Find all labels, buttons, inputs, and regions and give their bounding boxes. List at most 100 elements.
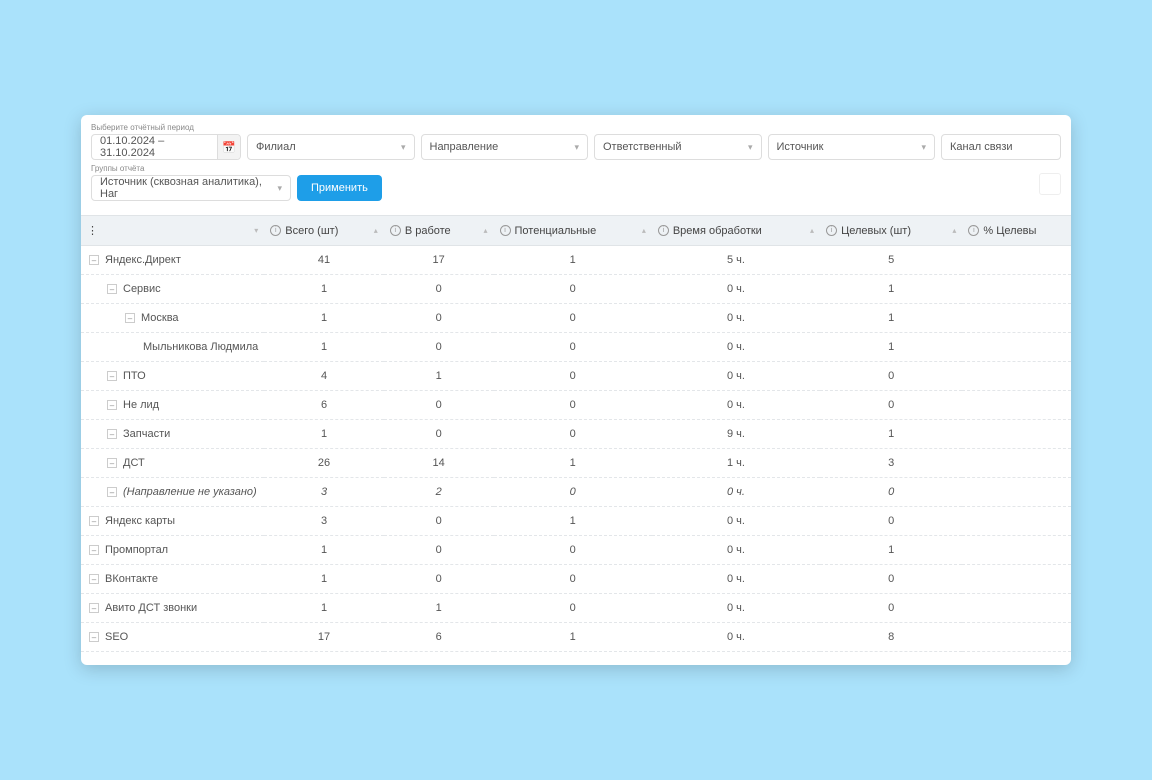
table-row[interactable]: –Промпортал1000 ч.1: [81, 536, 1071, 565]
filter-direction[interactable]: Направление ▾: [421, 134, 589, 160]
cell-value: 0: [494, 362, 652, 391]
cell-value: 0: [494, 304, 652, 333]
cell-value: 0: [384, 304, 494, 333]
cell-value: 1: [494, 623, 652, 652]
expander-icon[interactable]: –: [89, 632, 99, 642]
expander-icon[interactable]: –: [89, 603, 99, 613]
chevron-down-icon: ▾: [277, 183, 282, 194]
col-inwork[interactable]: iВ работе▴: [384, 216, 494, 246]
cell-value: 0 ч.: [652, 507, 820, 536]
table-row[interactable]: –Сервис1000 ч.1: [81, 275, 1071, 304]
table-row[interactable]: –Яндекс карты3010 ч.0: [81, 507, 1071, 536]
cell-value: 0: [820, 594, 962, 623]
cell-value: 0: [820, 565, 962, 594]
date-range-input[interactable]: 01.10.2024 – 31.10.2024 📅: [91, 134, 241, 160]
expander-icon[interactable]: –: [107, 429, 117, 439]
cell-value: 0 ч.: [652, 594, 820, 623]
table-row[interactable]: –Не лид6000 ч.0: [81, 391, 1071, 420]
cell-value: 0: [820, 507, 962, 536]
settings-icon[interactable]: [1039, 173, 1061, 195]
info-icon: i: [390, 225, 401, 236]
calendar-icon[interactable]: 📅: [217, 135, 240, 159]
cell-value: 1: [820, 420, 962, 449]
cell-value: 0 ч.: [652, 565, 820, 594]
row-name: Яндекс карты: [105, 515, 175, 527]
row-name: Авито ДСТ звонки: [105, 602, 197, 614]
col-processtime[interactable]: iВремя обработки▴: [652, 216, 820, 246]
date-range-value: 01.10.2024 – 31.10.2024: [100, 135, 217, 159]
cell-value: 0: [494, 565, 652, 594]
apply-button[interactable]: Применить: [297, 175, 382, 201]
row-name: Сервис: [123, 283, 161, 295]
expander-icon[interactable]: –: [107, 371, 117, 381]
table-row[interactable]: –Авито ДСТ звонки1100 ч.0: [81, 594, 1071, 623]
cell-value: 1: [494, 507, 652, 536]
info-icon: i: [500, 225, 511, 236]
expander-icon[interactable]: –: [89, 574, 99, 584]
expander-icon[interactable]: –: [89, 255, 99, 265]
period-label: Выберите отчётный период: [91, 123, 1061, 132]
row-name: ПТО: [123, 370, 146, 382]
filter-branch[interactable]: Филиал ▾: [247, 134, 415, 160]
cell-value: 1: [264, 594, 384, 623]
table-row[interactable]: –SEO17610 ч.8: [81, 623, 1071, 652]
table-row[interactable]: –ДСТ261411 ч.3: [81, 449, 1071, 478]
table-row[interactable]: –Запчасти1009 ч.1: [81, 420, 1071, 449]
filter-channel[interactable]: Канал связи: [941, 134, 1061, 160]
expander-icon[interactable]: –: [107, 458, 117, 468]
cell-value: 5: [820, 246, 962, 275]
cell-value: 0 ч.: [652, 362, 820, 391]
table-row[interactable]: –Яндекс.Директ411715 ч.5: [81, 246, 1071, 275]
cell-value: 3: [820, 449, 962, 478]
cell-value: 3: [264, 478, 384, 507]
chevron-down-icon: ▾: [921, 142, 926, 153]
table-row[interactable]: –ВКонтакте1000 ч.0: [81, 565, 1071, 594]
row-name: ДСТ: [123, 457, 145, 469]
cell-value: 8: [820, 623, 962, 652]
col-target[interactable]: iЦелевых (шт)▴: [820, 216, 962, 246]
cell-value: 1: [264, 304, 384, 333]
row-name: Москва: [141, 312, 179, 324]
expander-icon[interactable]: –: [89, 516, 99, 526]
cell-value: 14: [384, 449, 494, 478]
col-group[interactable]: ⋮▾: [81, 216, 264, 246]
row-name: Яндекс.Директ: [105, 254, 181, 266]
expander-icon[interactable]: –: [89, 545, 99, 555]
expander-icon[interactable]: –: [125, 313, 135, 323]
row-name: SEO: [105, 631, 128, 643]
expander-icon[interactable]: –: [107, 400, 117, 410]
chevron-down-icon: ▾: [574, 142, 579, 153]
cell-value: 2: [384, 478, 494, 507]
filter-grouping[interactable]: Источник (сквозная аналитика), Наг ▾: [91, 175, 291, 201]
cell-value: 1: [494, 449, 652, 478]
expander-icon[interactable]: –: [107, 487, 117, 497]
col-targetpct[interactable]: i% Целевы: [962, 216, 1071, 246]
row-name: Не лид: [123, 399, 159, 411]
col-potential[interactable]: iПотенциальные▴: [494, 216, 652, 246]
filter-responsible[interactable]: Ответственный ▾: [594, 134, 762, 160]
cell-value: 0: [494, 391, 652, 420]
cell-value: 0: [384, 507, 494, 536]
col-total[interactable]: iВсего (шт)▴: [264, 216, 384, 246]
table-row[interactable]: –ПТО4100 ч.0: [81, 362, 1071, 391]
row-name: Запчасти: [123, 428, 170, 440]
cell-value: 0: [494, 275, 652, 304]
cell-value: 0: [820, 478, 962, 507]
cell-value: 1: [494, 246, 652, 275]
cell-value: 1: [264, 565, 384, 594]
cell-value: 1: [384, 362, 494, 391]
cell-value: 1: [820, 304, 962, 333]
table-row[interactable]: –(Направление не указано)3200 ч.0: [81, 478, 1071, 507]
cell-value: 0 ч.: [652, 333, 820, 362]
cell-value: 0 ч.: [652, 391, 820, 420]
cell-value: 0: [384, 565, 494, 594]
table-row[interactable]: –Москва1000 ч.1: [81, 304, 1071, 333]
info-icon: i: [826, 225, 837, 236]
expander-icon[interactable]: –: [107, 284, 117, 294]
cell-value: 0: [494, 478, 652, 507]
cell-value: 0 ч.: [652, 623, 820, 652]
cell-value: 1 ч.: [652, 449, 820, 478]
info-icon: i: [658, 225, 669, 236]
table-row[interactable]: Мыльникова Людмила1000 ч.1: [81, 333, 1071, 362]
filter-source[interactable]: Источник ▾: [768, 134, 936, 160]
